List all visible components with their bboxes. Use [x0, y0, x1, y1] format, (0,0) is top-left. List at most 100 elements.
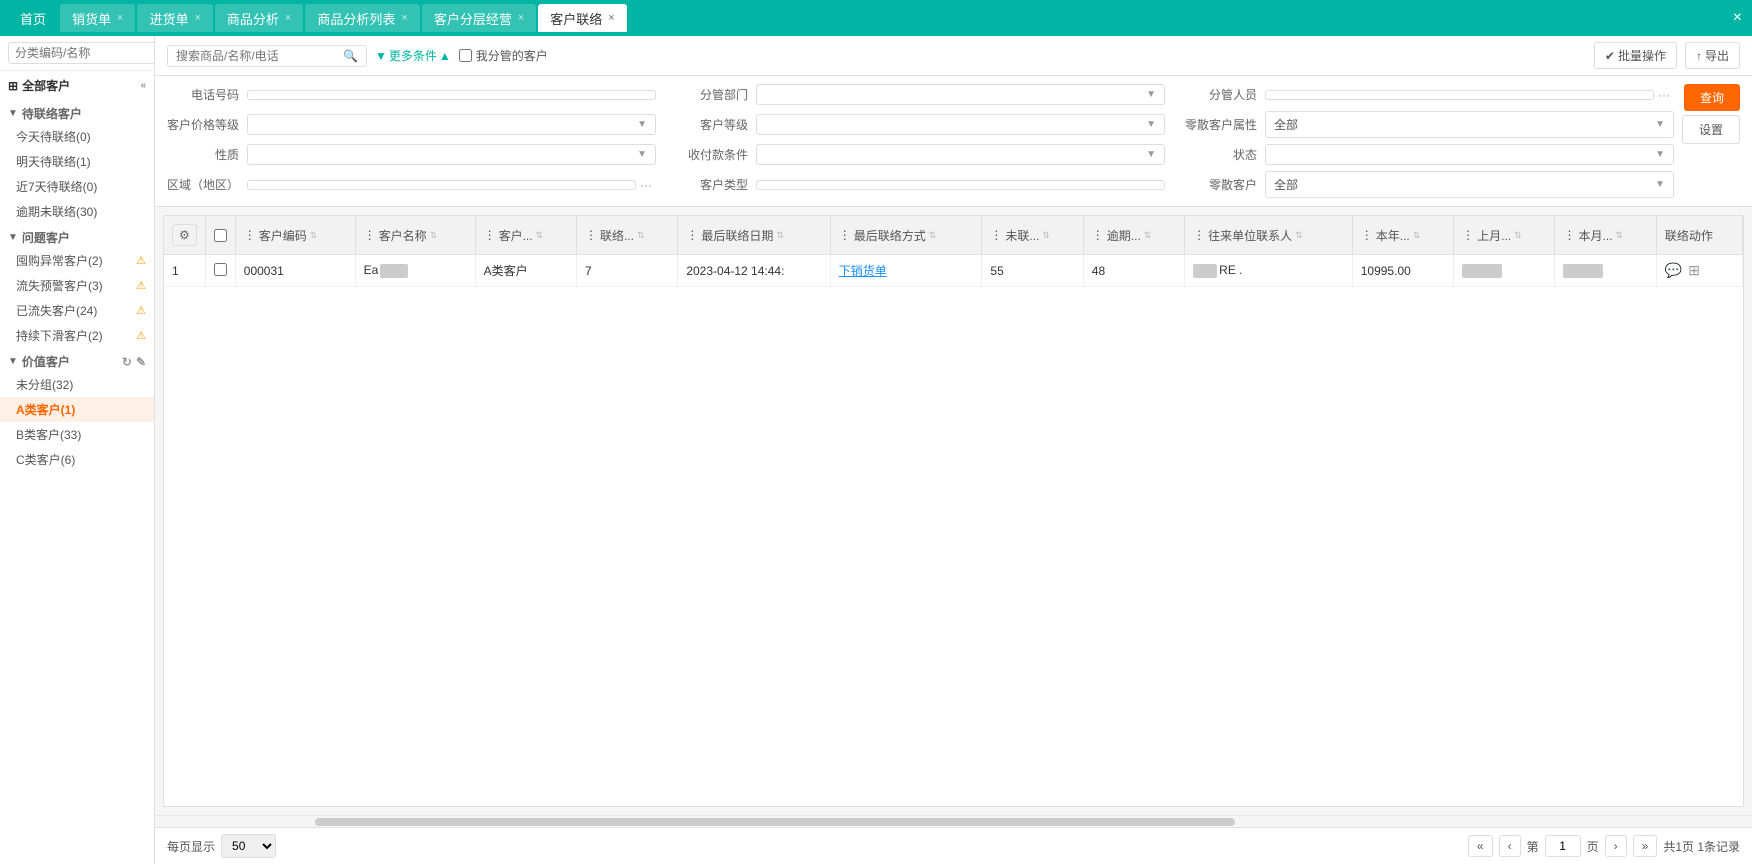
query-button[interactable]: 查询	[1684, 84, 1740, 111]
close-tab-goods-analysis-icon[interactable]: ×	[285, 12, 291, 24]
sidebar-item-1-2[interactable]: 已流失客户(24)⚠	[0, 298, 154, 323]
select-all-checkbox[interactable]	[214, 229, 227, 242]
my-customers-label: 我分管的客户	[476, 47, 548, 64]
th-overdue[interactable]: ⋮ 逾期... ⇅	[1083, 216, 1184, 255]
sidebar-item-1-1[interactable]: 流失预警客户(3)⚠	[0, 273, 154, 298]
retail-attr-input[interactable]: 全部▼	[1265, 111, 1674, 138]
nav-tab-goods-analysis[interactable]: 商品分析×	[215, 4, 303, 32]
filter-search-input[interactable]	[176, 49, 339, 63]
close-tab-customer-contact-icon[interactable]: ×	[608, 12, 614, 24]
sidebar-item-0-3[interactable]: 逾期未联络(30)	[0, 199, 154, 224]
table-body: 1000031EaA类客户72023-04-12 14:44:下销货单5548R…	[164, 255, 1743, 287]
my-customers-checkbox[interactable]: 我分管的客户	[459, 47, 548, 64]
close-tab-goods-list-icon[interactable]: ×	[401, 12, 407, 24]
nav-tab-customer-tier[interactable]: 客户分层经营×	[422, 4, 536, 32]
th-last-contact-date[interactable]: ⋮ 最后联络日期 ⇅	[678, 216, 830, 255]
group-icons-2: ↻✎	[122, 355, 146, 369]
manager-input[interactable]	[1265, 90, 1654, 100]
payment-input[interactable]: ▼	[756, 144, 1165, 165]
group-action-icon-2-0[interactable]: ↻	[122, 355, 132, 369]
row-last-way-0[interactable]: 下销货单	[830, 255, 982, 287]
row-check-0[interactable]	[205, 255, 235, 287]
customer-level-input[interactable]: ▼	[756, 114, 1165, 135]
nav-tab-sales[interactable]: 销货单×	[60, 4, 135, 32]
sidebar-item-2-3[interactable]: C类客户(6)	[0, 447, 154, 472]
th-this-year[interactable]: ⋮ 本年... ⇅	[1352, 216, 1453, 255]
group-label-2[interactable]: ▼价值客户↻✎	[0, 348, 154, 372]
th-code[interactable]: ⋮ 客户编码 ⇅	[235, 216, 355, 255]
sidebar-item-1-3[interactable]: 持续下滑客户(2)⚠	[0, 323, 154, 348]
sidebar-search-input[interactable]	[8, 42, 155, 64]
th-contact[interactable]: ⋮ 联络... ⇅	[576, 216, 677, 255]
all-customers-header[interactable]: ⊞ 全部客户 «	[0, 71, 154, 100]
more-filters-btn[interactable]: ▼ 更多条件 ▲	[375, 47, 451, 64]
sidebar-item-0-1[interactable]: 明天待联络(1)	[0, 149, 154, 174]
set-button[interactable]: 设置	[1682, 115, 1740, 144]
pagination: « ‹ 第 页 › » 共1页 1条记录	[1468, 835, 1740, 857]
close-tab-customer-tier-icon[interactable]: ×	[518, 12, 524, 24]
customer-table: ⚙ ⋮ 客户编码 ⇅ ⋮ 客户名称 ⇅ ⋮ 客户... ⇅	[164, 216, 1743, 287]
page-size-select[interactable]: 50 100 200	[221, 834, 276, 858]
export-button[interactable]: ↑ 导出	[1685, 42, 1740, 69]
nav-tab-purchase[interactable]: 进货单×	[137, 4, 212, 32]
th-this-month[interactable]: ⋮ 本月... ⇅	[1555, 216, 1656, 255]
th-unit-contact[interactable]: ⋮ 往来单位联系人 ⇅	[1185, 216, 1353, 255]
close-tab-purchase-icon[interactable]: ×	[194, 12, 200, 24]
phone-field: 电话号码	[167, 86, 656, 103]
more-filters-label[interactable]: 更多条件	[389, 47, 437, 64]
row-uncontacted-0: 55	[982, 255, 1083, 287]
group-label-0[interactable]: ▼待联络客户	[0, 100, 154, 124]
link-icon[interactable]: ⊞	[1688, 262, 1700, 279]
horizontal-scrollbar[interactable]	[155, 815, 1752, 827]
sidebar-item-0-2[interactable]: 近7天待联络(0)	[0, 174, 154, 199]
status-input[interactable]: ▼	[1265, 144, 1674, 165]
phone-input[interactable]	[247, 90, 656, 100]
region-input[interactable]	[247, 180, 636, 190]
scrollbar-thumb[interactable]	[315, 818, 1235, 826]
th-last-contact-way[interactable]: ⋮ 最后联络方式 ⇅	[830, 216, 982, 255]
nature-input[interactable]: ▼	[247, 144, 656, 165]
sidebar-item-2-2[interactable]: B类客户(33)	[0, 422, 154, 447]
th-gear[interactable]: ⚙	[164, 216, 205, 255]
nav-tab-goods-list[interactable]: 商品分析列表×	[305, 4, 419, 32]
nav-tab-customer-contact[interactable]: 客户联络×	[538, 4, 626, 32]
prev-page-btn[interactable]: ‹	[1499, 835, 1521, 857]
last-page-btn[interactable]: »	[1633, 835, 1658, 857]
th-customer-type[interactable]: ⋮ 客户... ⇅	[475, 216, 576, 255]
filter-search-box[interactable]: 🔍	[167, 45, 367, 67]
sidebar-item-1-0[interactable]: 囤购异常客户(2)⚠	[0, 248, 154, 273]
manager-dots[interactable]: ···	[1654, 88, 1674, 102]
last-way-link-0[interactable]: 下销货单	[839, 264, 887, 278]
row-checkbox-0[interactable]	[214, 263, 227, 276]
group-name-2: 价值客户	[22, 353, 70, 370]
th-last-month[interactable]: ⋮ 上月... ⇅	[1454, 216, 1555, 255]
customer-type-input[interactable]	[756, 180, 1165, 190]
nav-tab-home[interactable]: 首页	[8, 4, 58, 32]
close-tab-sales-icon[interactable]: ×	[117, 12, 123, 24]
adv-filter-row-4: 区域（地区） ··· 客户类型 零散客户 全部▼	[167, 171, 1674, 198]
th-name[interactable]: ⋮ 客户名称 ⇅	[355, 216, 475, 255]
group-action-icon-2-1[interactable]: ✎	[136, 355, 146, 369]
chat-icon[interactable]: 💬	[1665, 262, 1682, 279]
region-dots[interactable]: ···	[636, 178, 656, 192]
retail-customer-input[interactable]: 全部▼	[1265, 171, 1674, 198]
sidebar-item-label-0-1: 明天待联络(1)	[16, 153, 91, 170]
page-number-input[interactable]	[1545, 835, 1581, 857]
action-icons-0[interactable]: 💬⊞	[1665, 262, 1734, 279]
batch-op-button[interactable]: ✔ 批量操作	[1594, 42, 1677, 69]
close-all-icon[interactable]: ×	[1733, 9, 1742, 27]
group-label-1[interactable]: ▼问题客户	[0, 224, 154, 248]
row-last-date-0: 2023-04-12 14:44:	[678, 255, 830, 287]
th-uncontacted[interactable]: ⋮ 未联... ⇅	[982, 216, 1083, 255]
first-page-btn[interactable]: «	[1468, 835, 1493, 857]
sidebar-item-2-1[interactable]: A类客户(1)	[0, 397, 154, 422]
sidebar-item-2-0[interactable]: 未分组(32)	[0, 372, 154, 397]
row-actions-0[interactable]: 💬⊞	[1656, 255, 1742, 287]
my-customers-check[interactable]	[459, 49, 472, 62]
gear-button[interactable]: ⚙	[172, 224, 197, 246]
price-level-input[interactable]: ▼	[247, 114, 656, 135]
dept-input[interactable]: ▼	[756, 84, 1165, 105]
collapse-icon[interactable]: «	[140, 80, 146, 91]
sidebar-item-0-0[interactable]: 今天待联络(0)	[0, 124, 154, 149]
next-page-btn[interactable]: ›	[1605, 835, 1627, 857]
